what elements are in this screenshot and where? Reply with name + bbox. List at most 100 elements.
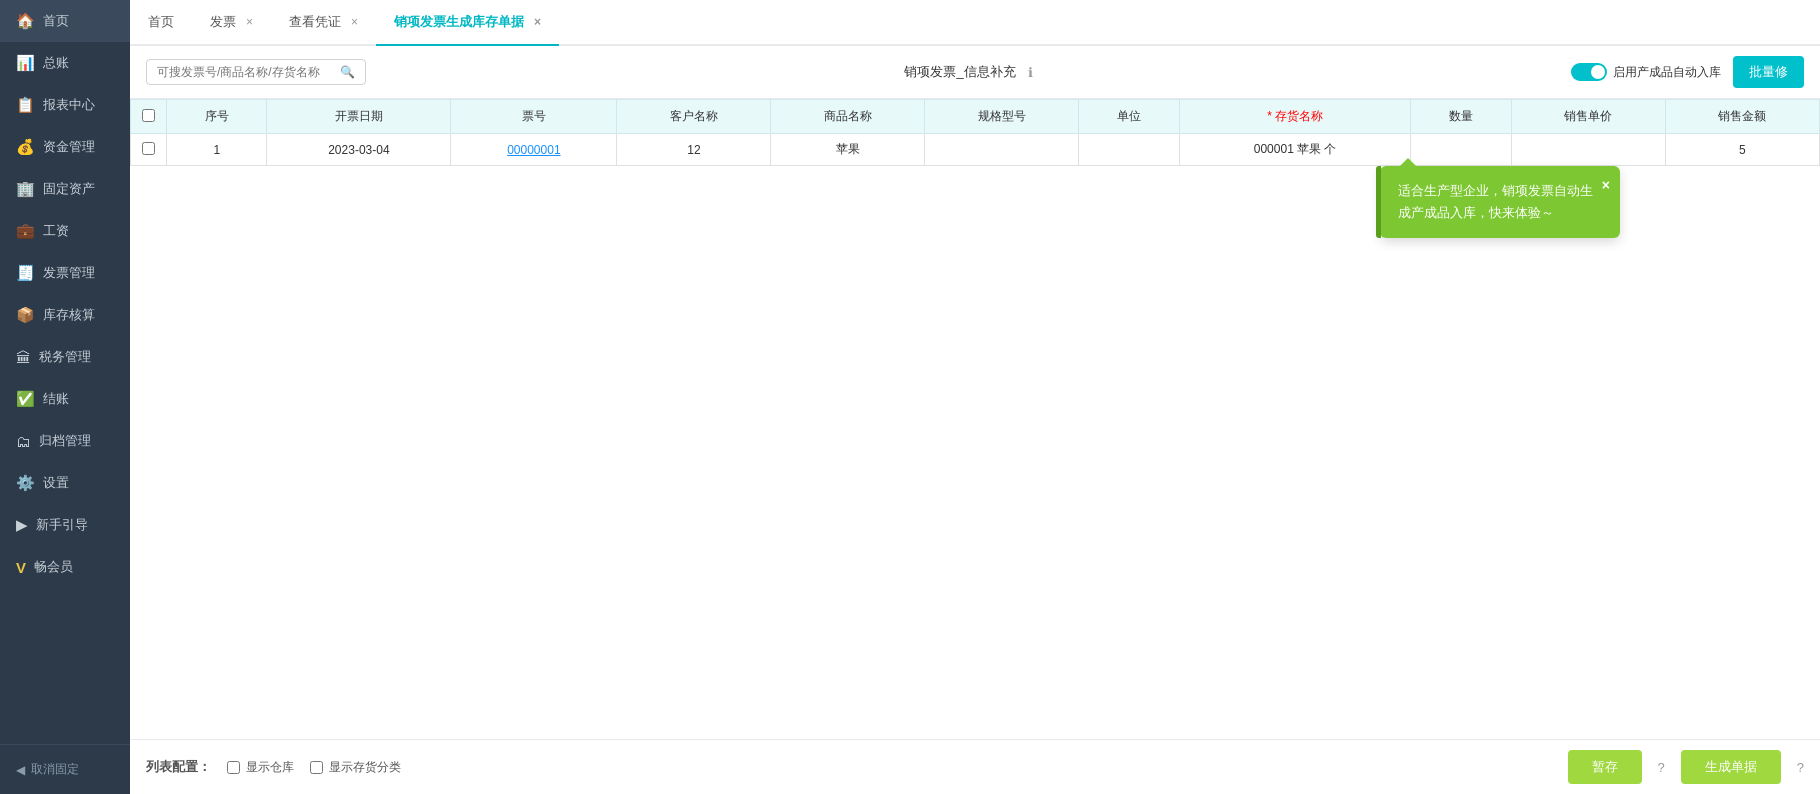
header-product: 商品名称 xyxy=(771,100,925,134)
sidebar-item-label: 畅会员 xyxy=(34,558,73,576)
tab-invoice-close[interactable]: × xyxy=(246,15,253,29)
funds-icon: 💰 xyxy=(16,138,35,156)
row-ticket-no[interactable]: 00000001 xyxy=(451,134,617,166)
row-quantity xyxy=(1411,134,1511,166)
search-icon: 🔍 xyxy=(340,65,355,79)
sidebar-item-reports[interactable]: 📋 报表中心 xyxy=(0,84,130,126)
sidebar-item-label: 报表中心 xyxy=(43,96,95,114)
sidebar-item-label: 发票管理 xyxy=(43,264,95,282)
header-amount: 销售金额 xyxy=(1665,100,1819,134)
sidebar-item-invoices[interactable]: 🧾 发票管理 xyxy=(0,252,130,294)
sidebar-item-label: 设置 xyxy=(43,474,69,492)
header-select-all[interactable] xyxy=(131,100,167,134)
tab-voucher-close[interactable]: × xyxy=(351,15,358,29)
header-unit: 单位 xyxy=(1079,100,1179,134)
unpin-icon: ◀ xyxy=(16,763,25,777)
sidebar-item-guide[interactable]: ▶ 新手引导 xyxy=(0,504,130,546)
header-inventory: * 存货名称 xyxy=(1179,100,1411,134)
list-config-label: 列表配置： xyxy=(146,758,211,776)
header-quantity: 数量 xyxy=(1411,100,1511,134)
sidebar-item-closing[interactable]: ✅ 结账 xyxy=(0,378,130,420)
sidebar-item-label: 首页 xyxy=(43,12,69,30)
save-help-icon[interactable]: ? xyxy=(1658,760,1665,775)
data-table: 序号 开票日期 票号 客户名称 商品名称 规格型号 单位 * 存货名称 数量 销… xyxy=(130,99,1820,166)
header-seq: 序号 xyxy=(167,100,267,134)
toggle-group: 启用产成品自动入库 xyxy=(1571,63,1721,81)
sidebar-item-home[interactable]: 🏠 首页 xyxy=(0,0,130,42)
tab-sales-inventory[interactable]: 销项发票生成库存单据 × xyxy=(376,0,559,46)
payroll-icon: 💼 xyxy=(16,222,35,240)
row-date: 2023-03-04 xyxy=(267,134,451,166)
inventory-icon: 📦 xyxy=(16,306,35,324)
header-customer: 客户名称 xyxy=(617,100,771,134)
main-content: 首页 发票 × 查看凭证 × 销项发票生成库存单据 × 🔍 销项发票_信息补充 … xyxy=(130,0,1820,794)
show-category-checkbox[interactable] xyxy=(310,761,323,774)
row-inventory[interactable]: 000001 苹果 个 xyxy=(1179,134,1411,166)
save-button[interactable]: 暂存 xyxy=(1568,750,1642,784)
sidebar-item-inventory[interactable]: 📦 库存核算 xyxy=(0,294,130,336)
unpin-label: 取消固定 xyxy=(31,761,79,778)
show-warehouse-checkbox[interactable] xyxy=(227,761,240,774)
archive-icon: 🗂 xyxy=(16,433,31,450)
sidebar-item-archive[interactable]: 🗂 归档管理 xyxy=(0,420,130,462)
sidebar-item-fixed-assets[interactable]: 🏢 固定资产 xyxy=(0,168,130,210)
sidebar: 🏠 首页 📊 总账 📋 报表中心 💰 资金管理 🏢 固定资产 💼 工资 🧾 发票… xyxy=(0,0,130,794)
row-seq: 1 xyxy=(167,134,267,166)
batch-button[interactable]: 批量修 xyxy=(1733,56,1804,88)
sidebar-item-funds[interactable]: 💰 资金管理 xyxy=(0,126,130,168)
tab-invoice[interactable]: 发票 × xyxy=(192,0,271,46)
show-warehouse-label: 显示仓库 xyxy=(246,759,294,776)
table-row: 1 2023-03-04 00000001 12 苹果 000001 苹果 个 … xyxy=(131,134,1820,166)
sidebar-item-vip[interactable]: V 畅会员 xyxy=(0,546,130,588)
toggle-label: 启用产成品自动入库 xyxy=(1613,64,1721,81)
tab-invoice-label: 发票 xyxy=(210,13,236,31)
row-checkbox-cell[interactable] xyxy=(131,134,167,166)
tab-sales-inventory-close[interactable]: × xyxy=(534,15,541,29)
show-category-group: 显示存货分类 xyxy=(310,759,401,776)
sidebar-bottom: ◀ 取消固定 xyxy=(0,744,130,794)
generate-help-icon[interactable]: ? xyxy=(1797,760,1804,775)
tooltip-bar xyxy=(1376,166,1381,238)
search-input[interactable] xyxy=(157,65,334,79)
auto-inbound-toggle[interactable] xyxy=(1571,63,1607,81)
sidebar-item-label: 税务管理 xyxy=(39,348,91,366)
ticket-no-link[interactable]: 00000001 xyxy=(507,143,560,157)
sidebar-item-general-ledger[interactable]: 📊 总账 xyxy=(0,42,130,84)
report-icon: 📋 xyxy=(16,96,35,114)
unpin-button[interactable]: ◀ 取消固定 xyxy=(0,753,130,786)
tab-home[interactable]: 首页 xyxy=(130,0,192,46)
tax-icon: 🏛 xyxy=(16,349,31,366)
search-box: 🔍 xyxy=(146,59,366,85)
info-icon[interactable]: ℹ xyxy=(1028,65,1033,80)
row-customer: 12 xyxy=(617,134,771,166)
sidebar-item-label: 归档管理 xyxy=(39,432,91,450)
generate-button[interactable]: 生成单据 xyxy=(1681,750,1781,784)
row-product: 苹果 xyxy=(771,134,925,166)
sidebar-item-label: 结账 xyxy=(43,390,69,408)
header-date: 开票日期 xyxy=(267,100,451,134)
guide-icon: ▶ xyxy=(16,516,28,534)
header-ticket-no: 票号 xyxy=(451,100,617,134)
row-unit-price xyxy=(1511,134,1665,166)
sidebar-item-label: 工资 xyxy=(43,222,69,240)
sidebar-item-payroll[interactable]: 💼 工资 xyxy=(0,210,130,252)
row-unit xyxy=(1079,134,1179,166)
page-content: 🔍 销项发票_信息补充 ℹ 启用产成品自动入库 批量修 序号 xyxy=(130,46,1820,794)
tooltip-close-button[interactable]: × xyxy=(1602,174,1610,198)
row-amount: 5 xyxy=(1665,134,1819,166)
sidebar-item-label: 资金管理 xyxy=(43,138,95,156)
bottom-bar: 列表配置： 显示仓库 显示存货分类 暂存 ? 生成单据 ? xyxy=(130,739,1820,794)
tab-voucher[interactable]: 查看凭证 × xyxy=(271,0,376,46)
tab-voucher-label: 查看凭证 xyxy=(289,13,341,31)
header-unit-price: 销售单价 xyxy=(1511,100,1665,134)
sidebar-item-label: 总账 xyxy=(43,54,69,72)
sidebar-item-tax[interactable]: 🏛 税务管理 xyxy=(0,336,130,378)
closing-icon: ✅ xyxy=(16,390,35,408)
select-all-checkbox[interactable] xyxy=(142,109,155,122)
vip-icon: V xyxy=(16,559,26,576)
home-icon: 🏠 xyxy=(16,12,35,30)
row-checkbox[interactable] xyxy=(142,142,155,155)
sidebar-item-settings[interactable]: ⚙️ 设置 xyxy=(0,462,130,504)
header-spec: 规格型号 xyxy=(925,100,1079,134)
row-spec xyxy=(925,134,1079,166)
